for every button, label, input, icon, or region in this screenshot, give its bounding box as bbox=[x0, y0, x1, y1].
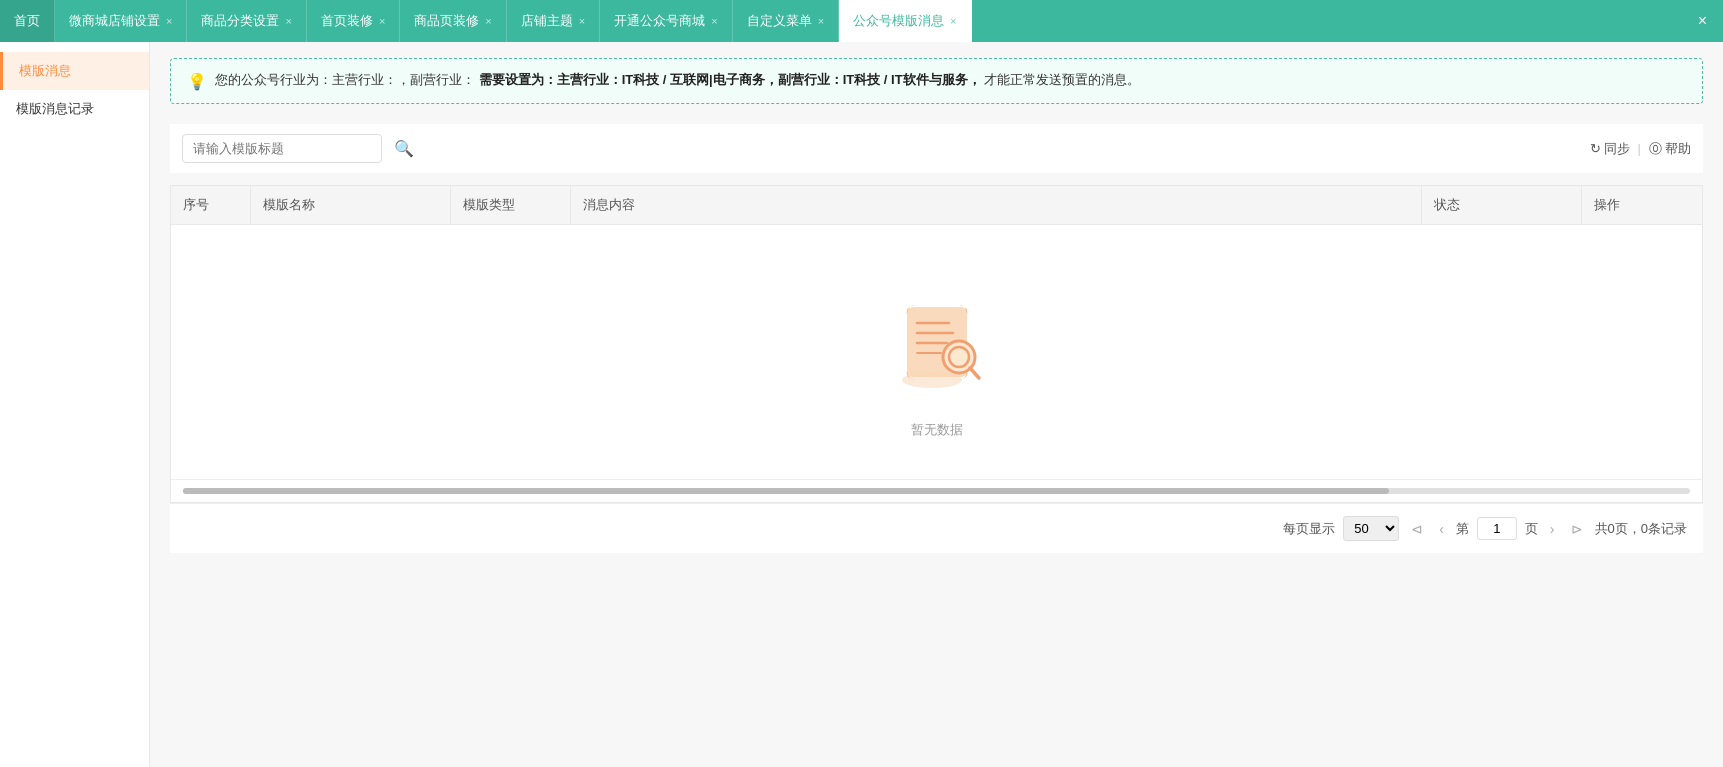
horizontal-scrollbar[interactable] bbox=[183, 488, 1690, 494]
close-template-msg[interactable]: × bbox=[950, 15, 956, 27]
close-product-decor[interactable]: × bbox=[485, 15, 491, 27]
notice-icon: 💡 bbox=[187, 72, 207, 91]
current-page-input[interactable] bbox=[1477, 517, 1517, 540]
help-label: 帮助 bbox=[1665, 140, 1691, 158]
last-page-button[interactable]: ⊳ bbox=[1567, 519, 1587, 539]
tab-open-mall-label: 开通公众号商城 bbox=[614, 12, 705, 30]
help-icon: ⓪ bbox=[1649, 140, 1662, 158]
notice-text-after: 才能正常发送预置的消息。 bbox=[984, 72, 1140, 87]
tab-product-decor[interactable]: 商品页装修 × bbox=[400, 0, 506, 42]
empty-state: 暂无数据 bbox=[171, 225, 1702, 479]
col-content: 消息内容 bbox=[571, 186, 1422, 224]
next-page-button[interactable]: › bbox=[1546, 519, 1559, 539]
search-right: ↻ 同步 | ⓪ 帮助 bbox=[1590, 140, 1691, 158]
scrollbar-row bbox=[171, 479, 1702, 502]
sync-icon: ↻ bbox=[1590, 141, 1601, 156]
total-text: 共0页，0条记录 bbox=[1595, 520, 1687, 538]
tab-home-decor-label: 首页装修 bbox=[321, 12, 373, 30]
svg-line-7 bbox=[970, 368, 979, 378]
sidebar: 模版消息 模版消息记录 bbox=[0, 42, 150, 767]
sync-button[interactable]: ↻ 同步 bbox=[1590, 140, 1630, 158]
col-index: 序号 bbox=[171, 186, 251, 224]
col-action: 操作 bbox=[1582, 186, 1702, 224]
tab-custom-menu-label: 自定义菜单 bbox=[747, 12, 812, 30]
first-page-button[interactable]: ⊲ bbox=[1407, 519, 1427, 539]
empty-text: 暂无数据 bbox=[911, 421, 963, 439]
notice-text: 您的公众号行业为：主营行业：，副营行业： 需要设置为：主营行业：IT科技 / 互… bbox=[215, 71, 1140, 89]
page-label: 第 bbox=[1456, 520, 1469, 538]
pagination: 每页显示 50 20 100 ⊲ ‹ 第 页 › ⊳ 共0页，0条记录 bbox=[170, 503, 1703, 553]
sidebar-item-template-msg-log-label: 模版消息记录 bbox=[16, 101, 94, 116]
notice-highlight: 需要设置为：主营行业：IT科技 / 互联网|电子商务，副营行业：IT科技 / I… bbox=[479, 72, 981, 87]
prev-page-button[interactable]: ‹ bbox=[1435, 519, 1448, 539]
page-size-select[interactable]: 50 20 100 bbox=[1343, 516, 1399, 541]
search-input[interactable] bbox=[182, 134, 382, 163]
close-shop-settings[interactable]: × bbox=[166, 15, 172, 27]
col-name: 模版名称 bbox=[251, 186, 451, 224]
table-header: 序号 模版名称 模版类型 消息内容 状态 操作 bbox=[171, 186, 1702, 225]
sidebar-item-template-msg-log[interactable]: 模版消息记录 bbox=[0, 90, 149, 128]
tab-shop-theme[interactable]: 店铺主题 × bbox=[507, 0, 600, 42]
divider: | bbox=[1638, 141, 1641, 156]
help-button[interactable]: ⓪ 帮助 bbox=[1649, 140, 1691, 158]
tab-home-label: 首页 bbox=[14, 12, 40, 30]
search-row: 🔍 ↻ 同步 | ⓪ 帮助 bbox=[170, 124, 1703, 173]
tab-shop-theme-label: 店铺主题 bbox=[521, 12, 573, 30]
tab-home-decor[interactable]: 首页装修 × bbox=[307, 0, 400, 42]
tab-custom-menu[interactable]: 自定义菜单 × bbox=[733, 0, 839, 42]
content-area: 💡 您的公众号行业为：主营行业：，副营行业： 需要设置为：主营行业：IT科技 /… bbox=[150, 42, 1723, 767]
notice-text-before: 您的公众号行业为：主营行业：，副营行业： bbox=[215, 72, 475, 87]
empty-illustration bbox=[877, 285, 997, 405]
search-icon: 🔍 bbox=[394, 140, 414, 157]
data-table: 序号 模版名称 模版类型 消息内容 状态 操作 bbox=[170, 185, 1703, 503]
close-custom-menu[interactable]: × bbox=[818, 15, 824, 27]
tab-home[interactable]: 首页 bbox=[0, 0, 55, 42]
tab-category-settings-label: 商品分类设置 bbox=[201, 12, 279, 30]
notice-box: 💡 您的公众号行业为：主营行业：，副营行业： 需要设置为：主营行业：IT科技 /… bbox=[170, 58, 1703, 104]
scrollbar-thumb bbox=[183, 488, 1389, 494]
sidebar-item-template-msg-label: 模版消息 bbox=[19, 63, 71, 78]
tab-product-decor-label: 商品页装修 bbox=[414, 12, 479, 30]
page-unit: 页 bbox=[1525, 520, 1538, 538]
close-shop-theme[interactable]: × bbox=[579, 15, 585, 27]
tab-template-msg-label: 公众号模版消息 bbox=[853, 12, 944, 30]
page-size-label: 每页显示 bbox=[1283, 520, 1335, 538]
tab-category-settings[interactable]: 商品分类设置 × bbox=[187, 0, 306, 42]
col-type: 模版类型 bbox=[451, 186, 571, 224]
close-home-decor[interactable]: × bbox=[379, 15, 385, 27]
tab-shop-settings-label: 微商城店铺设置 bbox=[69, 12, 160, 30]
close-category-settings[interactable]: × bbox=[285, 15, 291, 27]
main-layout: 模版消息 模版消息记录 💡 您的公众号行业为：主营行业：，副营行业： 需要设置为… bbox=[0, 42, 1723, 767]
tab-shop-settings[interactable]: 微商城店铺设置 × bbox=[55, 0, 187, 42]
tab-template-msg[interactable]: 公众号模版消息 × bbox=[839, 0, 971, 42]
close-all-button[interactable]: × bbox=[1682, 0, 1723, 42]
col-status: 状态 bbox=[1422, 186, 1582, 224]
search-left: 🔍 bbox=[182, 134, 418, 163]
close-open-mall[interactable]: × bbox=[711, 15, 717, 27]
search-button[interactable]: 🔍 bbox=[390, 135, 418, 162]
sidebar-item-template-msg[interactable]: 模版消息 bbox=[0, 52, 149, 90]
top-nav: 首页 微商城店铺设置 × 商品分类设置 × 首页装修 × 商品页装修 × 店铺主… bbox=[0, 0, 1723, 42]
sync-label: 同步 bbox=[1604, 140, 1630, 158]
tab-open-mall[interactable]: 开通公众号商城 × bbox=[600, 0, 732, 42]
